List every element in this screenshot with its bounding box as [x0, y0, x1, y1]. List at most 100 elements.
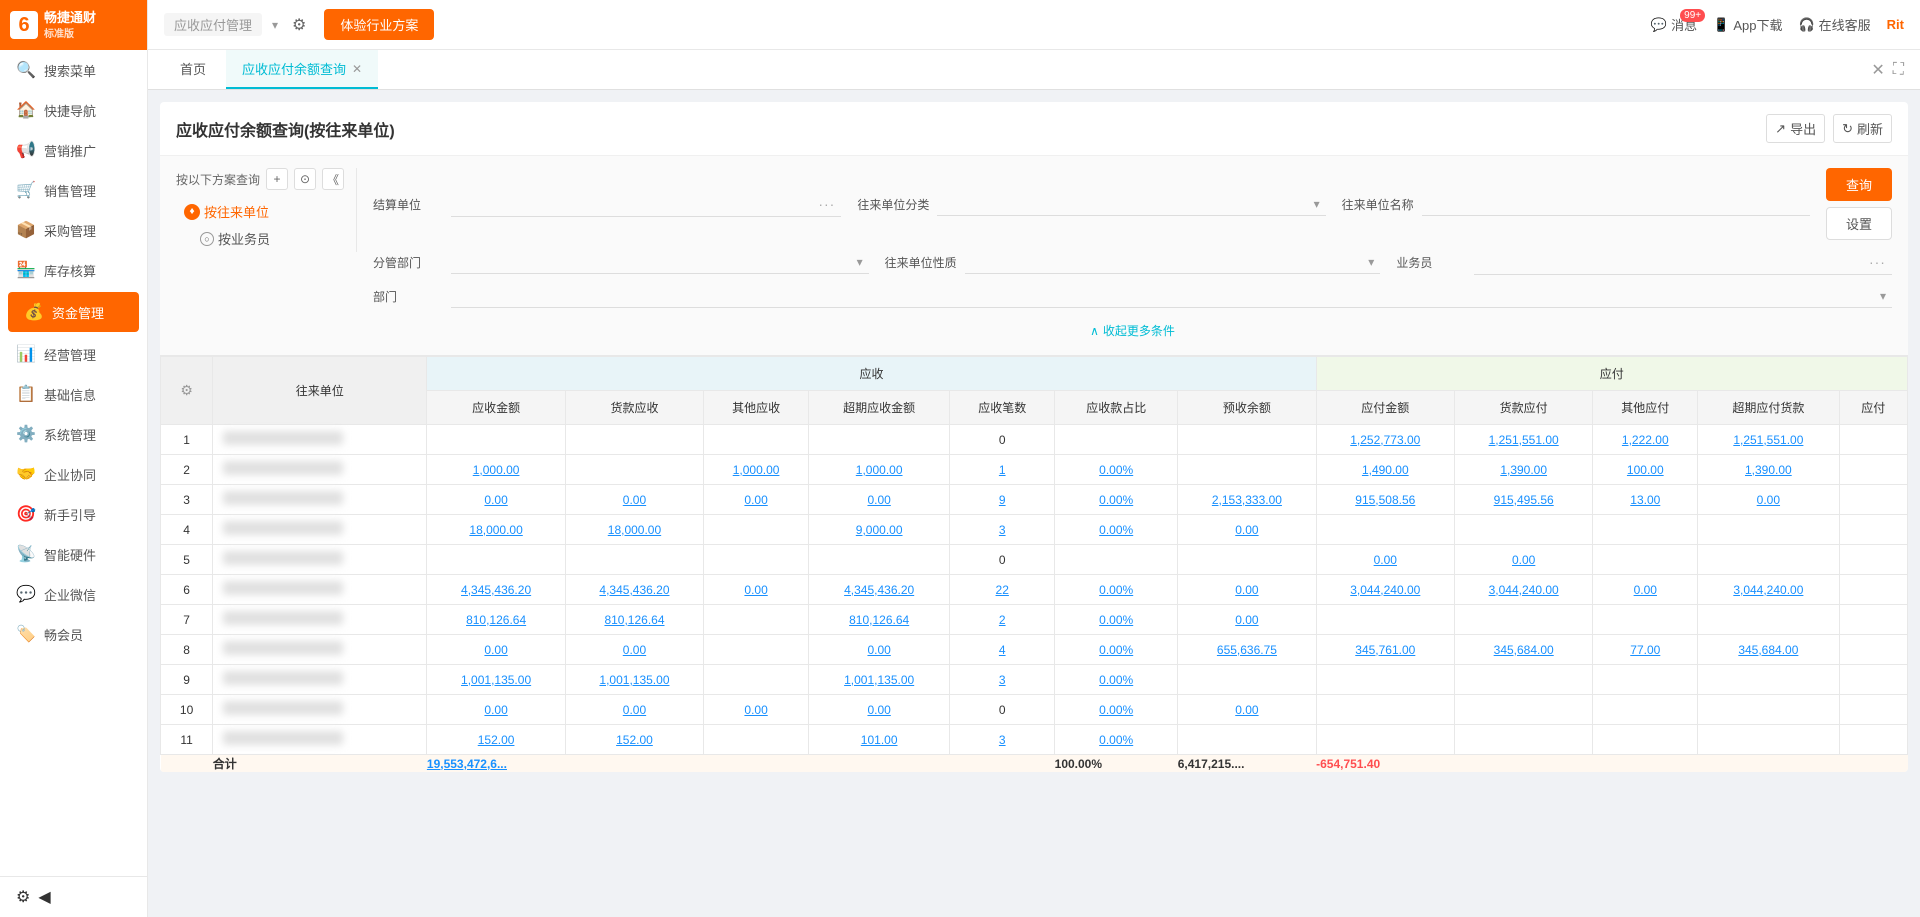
promo-button[interactable]: 体验行业方案 — [324, 9, 434, 40]
partner-category-select[interactable]: ▾ — [937, 193, 1325, 216]
sidebar-item-quick-nav[interactable]: 🏠 快捷导航 — [0, 90, 147, 130]
partner-name-input[interactable] — [1422, 193, 1810, 216]
topbar-gear-icon[interactable]: ⚙ — [292, 15, 306, 35]
add-scheme-button[interactable]: + — [266, 168, 288, 190]
filter-field-department: 部门 ▾ — [373, 285, 1892, 308]
scheme-by-salesperson[interactable]: ○ 按业务员 — [176, 225, 344, 252]
tab-query[interactable]: 应收应付余额查询 ✕ — [226, 50, 378, 89]
sidebar-item-member[interactable]: 🏷️ 畅会员 — [0, 614, 147, 654]
row-rec-payment: 0.00 — [565, 695, 703, 725]
online-service-button[interactable]: 🎧 在线客服 — [1798, 15, 1870, 34]
inventory-icon: 🏪 — [16, 260, 36, 280]
refresh-button[interactable]: ↻ 刷新 — [1833, 114, 1892, 143]
row-rec-amount — [427, 545, 565, 575]
scheme-collapse-button[interactable]: 《 — [322, 168, 344, 190]
query-button[interactable]: 查询 — [1826, 168, 1892, 201]
row-pay-extra — [1839, 425, 1907, 455]
table-row: 80.000.000.0040.00%655,636.75345,761.003… — [161, 635, 1908, 665]
row-rec-other — [704, 425, 809, 455]
app-download-button[interactable]: 📱 App下载 — [1713, 15, 1782, 34]
partner-category-label: 往来单位分类 — [857, 196, 929, 213]
table-wrapper: ⚙ 往来单位 应收 应付 应收金额 货款应收 其他应收 超期应收金额 应收笔数 … — [160, 356, 1908, 772]
col-settings-header[interactable]: ⚙ — [161, 357, 213, 425]
tab-expand-button[interactable]: ⛶ — [1893, 61, 1904, 79]
footer-rec-ratio: 100.00% — [1055, 755, 1178, 773]
tab-home[interactable]: 首页 — [164, 50, 222, 89]
row-pay-other — [1593, 515, 1698, 545]
sidebar-bottom[interactable]: ⚙ ◀ — [0, 876, 147, 917]
sidebar-item-cooperation[interactable]: 🤝 企业协同 — [0, 454, 147, 494]
row-rec-amount: 1,001,135.00 — [427, 665, 565, 695]
row-rec-count: 2 — [950, 605, 1055, 635]
settings-bottom-icon[interactable]: ⚙ — [16, 887, 30, 907]
sidebar-item-search[interactable]: 🔍 搜索菜单 — [0, 50, 147, 90]
row-rec-payment: 152.00 — [565, 725, 703, 755]
row-partner — [213, 545, 427, 575]
row-rec-ratio: 0.00% — [1055, 635, 1178, 665]
breadcrumb-chevron-icon[interactable]: ▾ — [272, 18, 278, 32]
row-rec-other — [704, 515, 809, 545]
row-pay-extra — [1839, 485, 1907, 515]
footer-settings — [161, 755, 213, 773]
footer-rec-prepay: 6,417,215.... — [1178, 755, 1316, 773]
table-row: 11152.00152.00101.0030.00% — [161, 725, 1908, 755]
row-pay-payment — [1454, 665, 1592, 695]
row-pay-extra — [1839, 455, 1907, 485]
row-rec-other: 0.00 — [704, 575, 809, 605]
row-rec-payment — [565, 545, 703, 575]
row-pay-overdue — [1698, 665, 1839, 695]
row-pay-overdue: 3,044,240.00 — [1698, 575, 1839, 605]
row-rec-amount: 810,126.64 — [427, 605, 565, 635]
collapse-filter-button[interactable]: ∧ 收起更多条件 — [373, 318, 1892, 343]
tab-close-icon[interactable]: ✕ — [352, 62, 362, 76]
sidebar-item-sales[interactable]: 🛒 销售管理 — [0, 170, 147, 210]
sidebar-item-finance[interactable]: 💰 资金管理 — [8, 292, 139, 332]
page-header: 应收应付余额查询(按往来单位) ↗ 导出 ↻ 刷新 — [160, 102, 1908, 156]
sidebar-item-wechat[interactable]: 💬 企业微信 — [0, 574, 147, 614]
footer-rec-other — [704, 755, 809, 773]
dept-manager-select[interactable]: ▾ — [451, 251, 869, 274]
footer-label: 合计 — [213, 755, 427, 773]
department-select[interactable]: ▾ — [451, 285, 1892, 308]
row-pay-payment: 0.00 — [1454, 545, 1592, 575]
sidebar-item-purchase[interactable]: 📦 采购管理 — [0, 210, 147, 250]
sidebar-item-basic-info[interactable]: 📋 基础信息 — [0, 374, 147, 414]
row-rec-count: 0 — [950, 545, 1055, 575]
partner-nature-select[interactable]: ▾ — [965, 251, 1381, 274]
sidebar-item-smart[interactable]: 📡 智能硬件 — [0, 534, 147, 574]
finance-icon: 💰 — [24, 302, 44, 322]
sidebar-item-guide[interactable]: 🎯 新手引导 — [0, 494, 147, 534]
data-table: ⚙ 往来单位 应收 应付 应收金额 货款应收 其他应收 超期应收金额 应收笔数 … — [160, 356, 1908, 772]
table-row: 64,345,436.204,345,436.200.004,345,436.2… — [161, 575, 1908, 605]
user-avatar[interactable]: Rit — [1887, 17, 1904, 32]
footer-pay-extra — [1839, 755, 1907, 773]
row-pay-extra — [1839, 635, 1907, 665]
notification-button[interactable]: 💬 消息 99+ — [1651, 15, 1697, 34]
settlement-input[interactable]: ··· — [451, 192, 841, 217]
department-label: 部门 — [373, 288, 443, 305]
sidebar-item-system[interactable]: ⚙️ 系统管理 — [0, 414, 147, 454]
row-number: 6 — [161, 575, 213, 605]
table-row: 21,000.001,000.001,000.0010.00%1,490.001… — [161, 455, 1908, 485]
search-icon: 🔍 — [16, 60, 36, 80]
scheme-settings-button[interactable]: ⊙ — [294, 168, 316, 190]
row-pay-amount: 915,508.56 — [1316, 485, 1454, 515]
row-rec-other — [704, 665, 809, 695]
logo-text: 畅捷通财 — [44, 10, 96, 26]
row-rec-overdue: 1,001,135.00 — [809, 665, 950, 695]
setting-button[interactable]: 设置 — [1826, 207, 1892, 240]
sidebar-item-inventory[interactable]: 🏪 库存核算 — [0, 250, 147, 290]
settlement-dots-icon: ··· — [818, 196, 835, 212]
purchase-icon: 📦 — [16, 220, 36, 240]
salesperson-select[interactable]: ··· — [1474, 250, 1892, 275]
row-rec-other: 0.00 — [704, 485, 809, 515]
scheme-by-partner[interactable]: ♦ 按往来单位 — [176, 198, 344, 225]
row-rec-count: 3 — [950, 665, 1055, 695]
table-row: 91,001,135.001,001,135.001,001,135.0030.… — [161, 665, 1908, 695]
sidebar-item-operation[interactable]: 📊 经营管理 — [0, 334, 147, 374]
tab-close-button[interactable]: ✕ — [1871, 60, 1884, 80]
export-button[interactable]: ↗ 导出 — [1766, 114, 1825, 143]
sidebar-item-marketing[interactable]: 📢 营销推广 — [0, 130, 147, 170]
table-row: 7810,126.64810,126.64810,126.6420.00%0.0… — [161, 605, 1908, 635]
collapse-icon[interactable]: ◀ — [38, 887, 50, 907]
